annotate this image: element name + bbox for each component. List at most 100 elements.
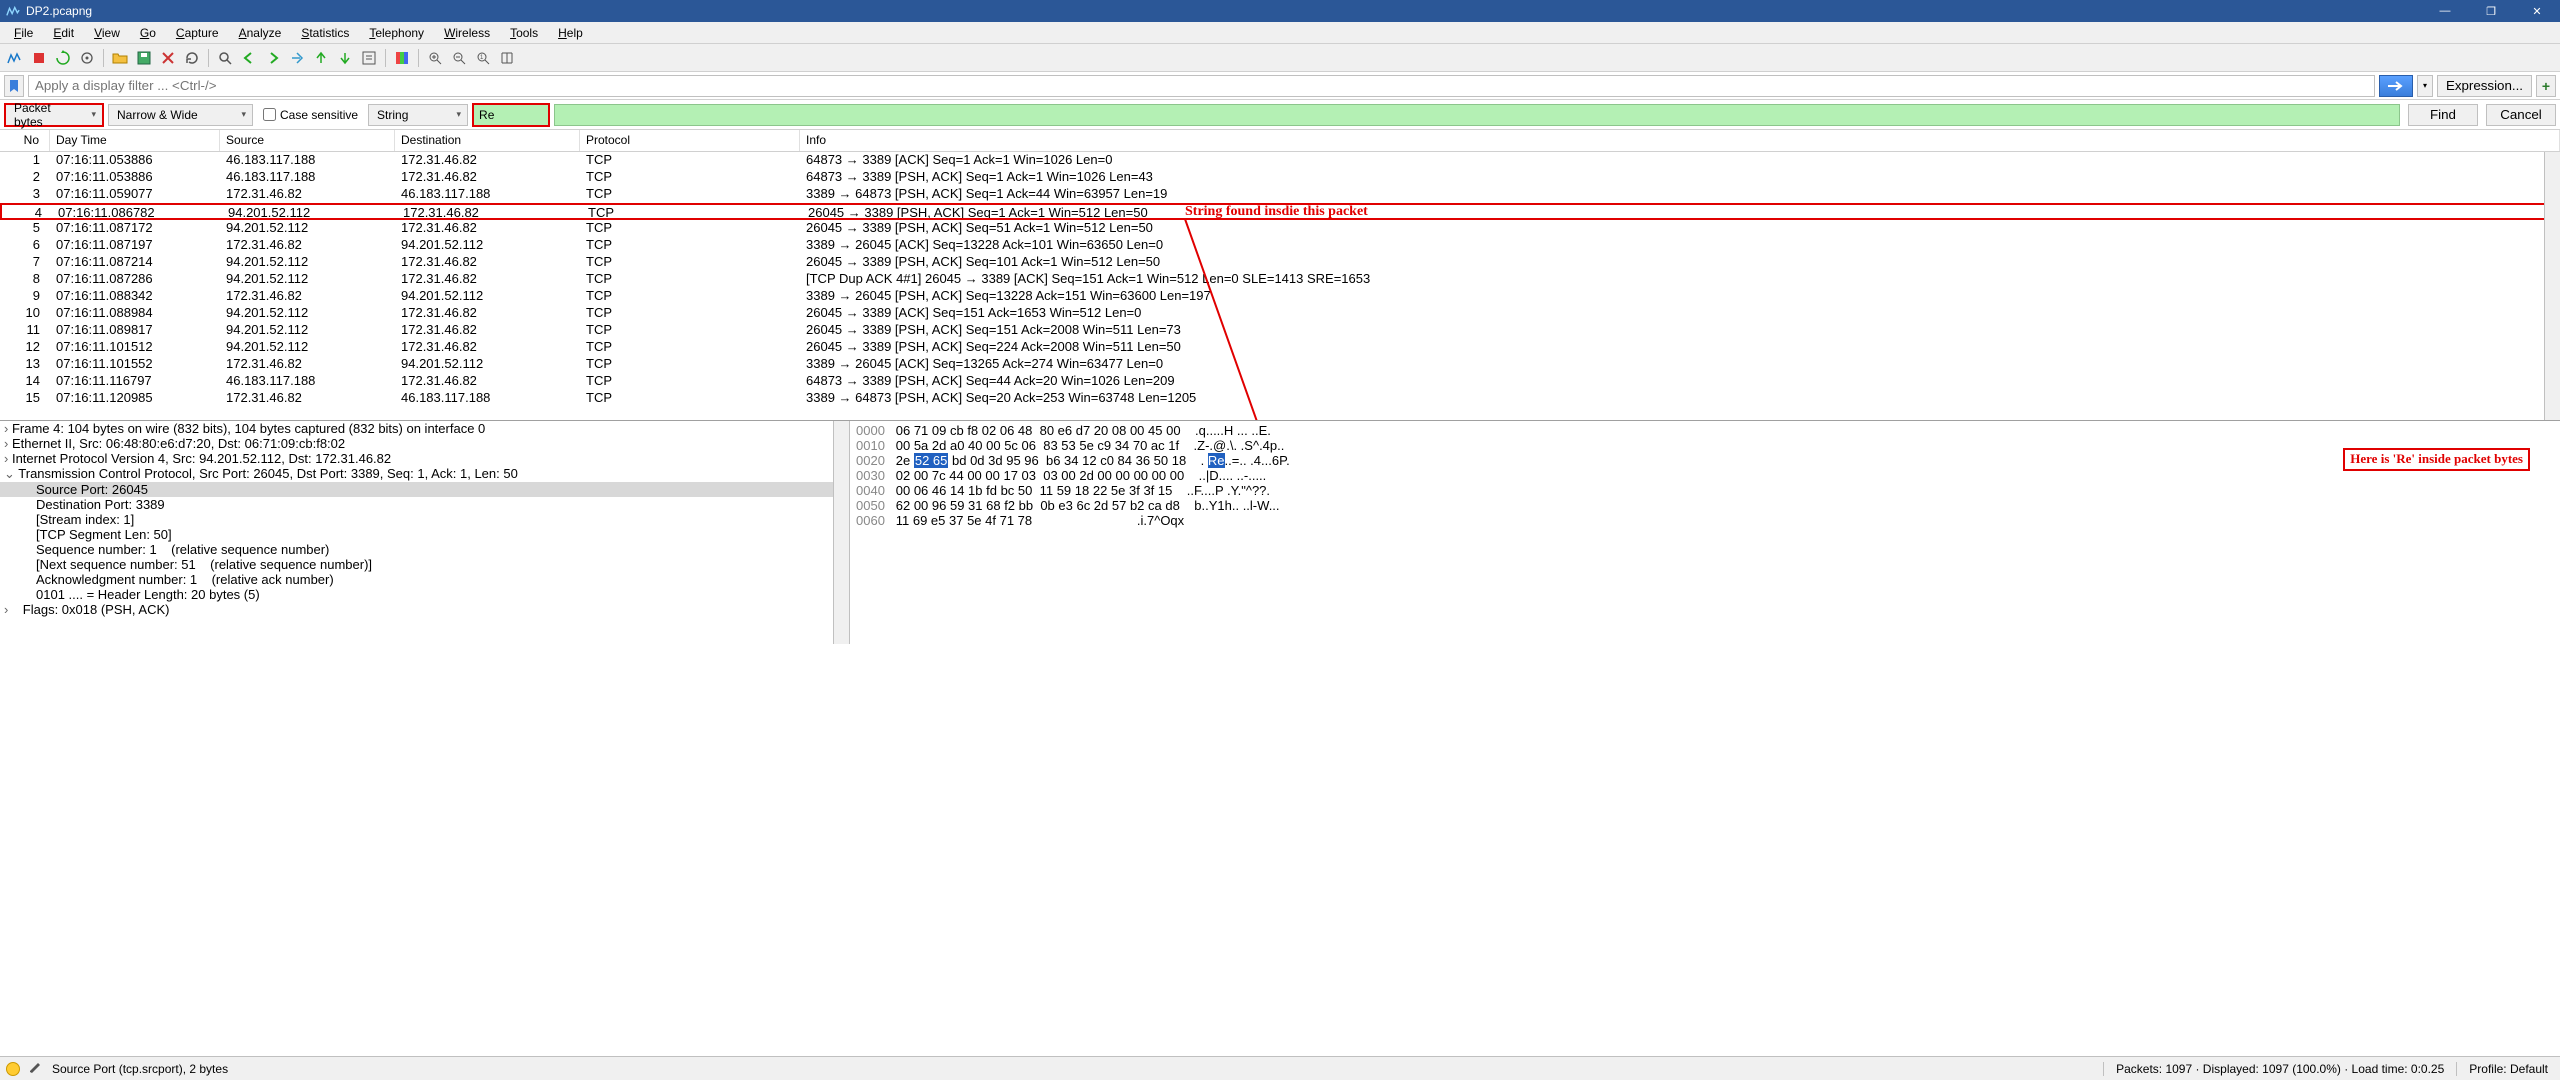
reload-icon[interactable] [181,47,203,69]
packet-row[interactable]: 1207:16:11.10151294.201.52.112172.31.46.… [0,339,2560,356]
hex-row[interactable]: 0050 62 00 96 59 31 68 f2 bb 0b e3 6c 2d… [856,498,2554,513]
detail-line[interactable]: Destination Port: 3389 [0,497,849,512]
resize-columns-icon[interactable] [496,47,518,69]
auto-scroll-icon[interactable] [358,47,380,69]
go-last-icon[interactable] [334,47,356,69]
packet-list[interactable]: 107:16:11.05388646.183.117.188172.31.46.… [0,152,2560,420]
packet-row[interactable]: 1007:16:11.08898494.201.52.112172.31.46.… [0,305,2560,322]
zoom-in-icon[interactable] [424,47,446,69]
packet-row[interactable]: 807:16:11.08728694.201.52.112172.31.46.8… [0,271,2560,288]
edit-prefs-icon[interactable] [28,1059,44,1078]
case-sensitive-checkbox[interactable]: Case sensitive [263,108,358,122]
menu-analyze[interactable]: Analyze [229,24,292,41]
packet-row[interactable]: 107:16:11.05388646.183.117.188172.31.46.… [0,152,2560,169]
minimize-button[interactable]: — [2422,0,2468,22]
zoom-out-icon[interactable] [448,47,470,69]
detail-line[interactable]: 0101 .... = Header Length: 20 bytes (5) [0,587,849,602]
menu-telephony[interactable]: Telephony [359,24,434,41]
col-proto[interactable]: Protocol [580,130,800,151]
packet-row[interactable]: 1507:16:11.120985172.31.46.8246.183.117.… [0,390,2560,407]
detail-line[interactable]: [TCP Segment Len: 50] [0,527,849,542]
colorize-icon[interactable] [391,47,413,69]
packet-list-scrollbar[interactable] [2544,152,2560,420]
display-filter-input[interactable] [28,75,2375,97]
packet-row[interactable]: 1407:16:11.11679746.183.117.188172.31.46… [0,373,2560,390]
menu-go[interactable]: Go [130,24,166,41]
detail-line[interactable]: Internet Protocol Version 4, Src: 94.201… [0,451,849,466]
detail-line[interactable]: Sequence number: 1 (relative sequence nu… [0,542,849,557]
go-back-icon[interactable] [238,47,260,69]
menu-edit[interactable]: Edit [43,24,84,41]
zoom-reset-icon[interactable]: 1 [472,47,494,69]
close-button[interactable]: ✕ [2514,0,2560,22]
col-time[interactable]: Day Time [50,130,220,151]
details-scrollbar[interactable] [833,421,849,644]
search-input[interactable] [474,105,548,125]
search-type-dropdown[interactable]: String [368,104,468,126]
menu-wireless[interactable]: Wireless [434,24,500,41]
apply-filter-dropdown[interactable]: ▾ [2417,75,2433,97]
detail-line[interactable]: Frame 4: 104 bytes on wire (832 bits), 1… [0,421,849,436]
search-in-dropdown[interactable]: Packet bytes [4,103,104,127]
packet-row[interactable]: 307:16:11.059077172.31.46.8246.183.117.1… [0,186,2560,203]
hex-row[interactable]: 0000 06 71 09 cb f8 02 06 48 80 e6 d7 20… [856,423,2554,438]
go-forward-icon[interactable] [262,47,284,69]
find-packet-icon[interactable] [214,47,236,69]
open-file-icon[interactable] [109,47,131,69]
hex-row[interactable]: 0060 11 69 e5 37 5e 4f 71 78 .i.7^Oqx [856,513,2554,528]
menu-help[interactable]: Help [548,24,593,41]
start-capture-icon[interactable] [4,47,26,69]
add-filter-button[interactable]: + [2536,75,2556,97]
detail-line[interactable]: [Next sequence number: 51 (relative sequ… [0,557,849,572]
stop-capture-icon[interactable] [28,47,50,69]
save-file-icon[interactable] [133,47,155,69]
detail-line[interactable]: Source Port: 26045 [0,482,849,497]
packet-row[interactable]: 507:16:11.08717294.201.52.112172.31.46.8… [0,220,2560,237]
status-packet-count: Packets: 1097 · Displayed: 1097 (100.0%)… [2103,1062,2456,1076]
restart-capture-icon[interactable] [52,47,74,69]
packet-bytes-pane[interactable]: 0000 06 71 09 cb f8 02 06 48 80 e6 d7 20… [850,421,2560,644]
display-filter-bar: ▾ Expression... + [0,72,2560,100]
go-first-icon[interactable] [310,47,332,69]
col-no[interactable]: No [0,130,50,151]
col-info[interactable]: Info [800,130,2560,151]
packet-row[interactable]: 607:16:11.087197172.31.46.8294.201.52.11… [0,237,2560,254]
menu-statistics[interactable]: Statistics [291,24,359,41]
hex-row[interactable]: 0020 2e 52 65 bd 0d 3d 95 96 b6 34 12 c0… [856,453,2554,468]
packet-row[interactable]: 207:16:11.05388646.183.117.188172.31.46.… [0,169,2560,186]
go-to-packet-icon[interactable] [286,47,308,69]
packet-list-header: No Day Time Source Destination Protocol … [0,130,2560,152]
cancel-button[interactable]: Cancel [2486,104,2556,126]
col-dst[interactable]: Destination [395,130,580,151]
packet-row[interactable]: 907:16:11.088342172.31.46.8294.201.52.11… [0,288,2560,305]
menu-view[interactable]: View [84,24,130,41]
capture-options-icon[interactable] [76,47,98,69]
detail-line[interactable]: Flags: 0x018 (PSH, ACK) [0,602,849,617]
packet-row[interactable]: 707:16:11.08721494.201.52.112172.31.46.8… [0,254,2560,271]
search-rest[interactable] [554,104,2400,126]
close-file-icon[interactable] [157,47,179,69]
detail-line[interactable]: [Stream index: 1] [0,512,849,527]
expert-info-icon[interactable] [6,1062,20,1076]
apply-filter-button[interactable] [2379,75,2413,97]
expression-button[interactable]: Expression... [2437,75,2532,97]
status-profile[interactable]: Profile: Default [2456,1062,2560,1076]
hex-row[interactable]: 0030 02 00 7c 44 00 00 17 03 03 00 2d 00… [856,468,2554,483]
menu-file[interactable]: File [4,24,43,41]
packet-row[interactable]: 1107:16:11.08981794.201.52.112172.31.46.… [0,322,2560,339]
col-src[interactable]: Source [220,130,395,151]
menu-capture[interactable]: Capture [166,24,229,41]
hex-row[interactable]: 0010 00 5a 2d a0 40 00 5c 06 83 53 5e c9… [856,438,2554,453]
detail-line[interactable]: Transmission Control Protocol, Src Port:… [0,466,849,482]
find-button[interactable]: Find [2408,104,2478,126]
hex-row[interactable]: 0040 00 06 46 14 1b fd bc 50 11 59 18 22… [856,483,2554,498]
detail-line[interactable]: Ethernet II, Src: 06:48:80:e6:d7:20, Dst… [0,436,849,451]
filter-bookmark-button[interactable] [4,75,24,97]
menu-tools[interactable]: Tools [500,24,548,41]
packet-details-pane[interactable]: Frame 4: 104 bytes on wire (832 bits), 1… [0,421,850,644]
maximize-button[interactable]: ❐ [2468,0,2514,22]
annotation-hex: Here is 'Re' inside packet bytes [2343,448,2530,471]
packet-row[interactable]: 1307:16:11.101552172.31.46.8294.201.52.1… [0,356,2560,373]
charset-dropdown[interactable]: Narrow & Wide [108,104,253,126]
detail-line[interactable]: Acknowledgment number: 1 (relative ack n… [0,572,849,587]
